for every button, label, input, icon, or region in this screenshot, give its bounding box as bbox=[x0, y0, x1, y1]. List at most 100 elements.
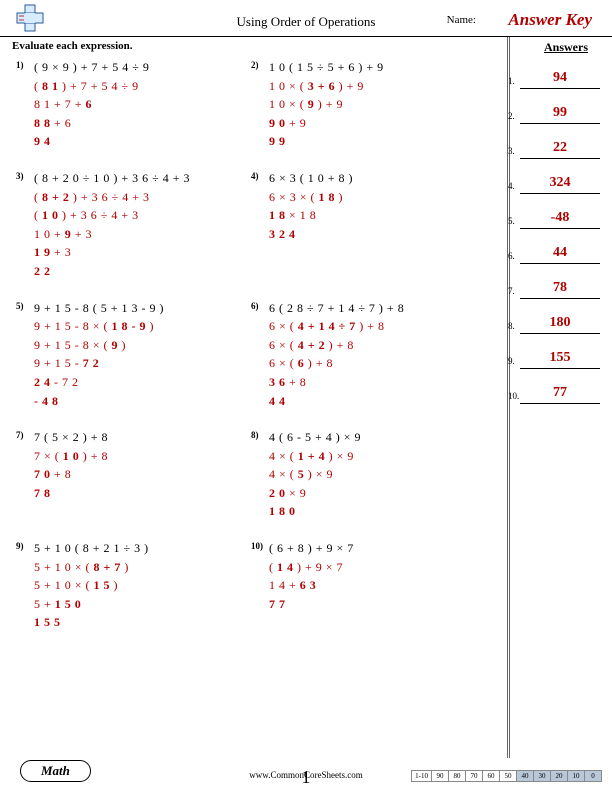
answer-row: 9.155 bbox=[520, 340, 600, 369]
answer-index: 10. bbox=[508, 391, 519, 401]
problem-step: 7 × ( 1 0 ) + 8 bbox=[34, 447, 251, 466]
score-cell: 0 bbox=[584, 770, 602, 782]
problem-step: 1 0 × ( 3 + 6 ) + 9 bbox=[269, 77, 486, 96]
problem-step: 1 0 × ( 9 ) + 9 bbox=[269, 95, 486, 114]
problem-question: 5 + 1 0 ( 8 + 2 1 ÷ 3 ) bbox=[34, 539, 251, 558]
answer-index: 8. bbox=[508, 321, 515, 331]
answer-index: 6. bbox=[508, 251, 515, 261]
score-strip: 1-109080706050403020100 bbox=[411, 770, 602, 782]
problem: 8)4 ( 6 - 5 + 4 ) × 94 × ( 1 + 4 ) × 94 … bbox=[251, 428, 486, 521]
answer-index: 4. bbox=[508, 181, 515, 191]
answer-value: 155 bbox=[520, 350, 600, 366]
answer-value: 94 bbox=[520, 70, 600, 86]
problem-step: 4 4 bbox=[269, 392, 486, 411]
answer-value: -48 bbox=[520, 210, 600, 226]
problem-step: 1 5 5 bbox=[34, 613, 251, 632]
instruction-text: Evaluate each expression. bbox=[12, 40, 133, 52]
problem-row: 5)9 + 1 5 - 8 ( 5 + 1 3 - 9 )9 + 1 5 - 8… bbox=[16, 299, 486, 411]
answer-row: 6.44 bbox=[520, 235, 600, 264]
answer-value: 77 bbox=[520, 385, 600, 401]
problem-step: 1 4 + 6 3 bbox=[269, 576, 486, 595]
answer-row: 3.22 bbox=[520, 130, 600, 159]
answer-row: 5.-48 bbox=[520, 200, 600, 229]
problem-step: 9 + 1 5 - 8 × ( 9 ) bbox=[34, 336, 251, 355]
problem-step: 5 + 1 0 × ( 1 5 ) bbox=[34, 576, 251, 595]
problem-step: 9 4 bbox=[34, 132, 251, 151]
answer-value: 44 bbox=[520, 245, 600, 261]
score-cell: 30 bbox=[533, 770, 550, 782]
score-cell: 90 bbox=[431, 770, 448, 782]
score-cell: 40 bbox=[516, 770, 533, 782]
answer-row: 4.324 bbox=[520, 165, 600, 194]
problem-step: 4 × ( 5 ) × 9 bbox=[269, 465, 486, 484]
answers-header: Answers bbox=[544, 40, 588, 55]
problem-number: 10) bbox=[251, 541, 263, 551]
answer-row: 10.77 bbox=[520, 375, 600, 404]
problem-question: ( 8 + 2 0 ÷ 1 0 ) + 3 6 ÷ 4 + 3 bbox=[34, 169, 251, 188]
problem-row: 3)( 8 + 2 0 ÷ 1 0 ) + 3 6 ÷ 4 + 3( 8 + 2… bbox=[16, 169, 486, 281]
answer-index: 7. bbox=[508, 286, 515, 296]
problem-step: 1 8 0 bbox=[269, 502, 486, 521]
problem-step: 5 + 1 5 0 bbox=[34, 595, 251, 614]
problem: 7)7 ( 5 × 2 ) + 87 × ( 1 0 ) + 87 0 + 87… bbox=[16, 428, 251, 521]
problem-number: 6) bbox=[251, 301, 259, 311]
answer-row: 1.94 bbox=[520, 60, 600, 89]
problem-step: 9 0 + 9 bbox=[269, 114, 486, 133]
score-cell: 80 bbox=[448, 770, 465, 782]
problem-step: 6 × ( 4 + 1 4 ÷ 7 ) + 8 bbox=[269, 317, 486, 336]
problem-step: 6 × 3 × ( 1 8 ) bbox=[269, 188, 486, 207]
footer: Math www.CommonCoreSheets.com 1 1-109080… bbox=[0, 758, 612, 788]
problem: 1)( 9 × 9 ) + 7 + 5 4 ÷ 9( 8 1 ) + 7 + 5… bbox=[16, 58, 251, 151]
problem-step: 5 + 1 0 × ( 8 + 7 ) bbox=[34, 558, 251, 577]
problem: 6)6 ( 2 8 ÷ 7 + 1 4 ÷ 7 ) + 86 × ( 4 + 1… bbox=[251, 299, 486, 411]
problem-step: 3 2 4 bbox=[269, 225, 486, 244]
problem-step: 1 0 + 9 + 3 bbox=[34, 225, 251, 244]
answer-key-label: Answer Key bbox=[508, 10, 592, 30]
problem: 4)6 × 3 ( 1 0 + 8 )6 × 3 × ( 1 8 )1 8 × … bbox=[251, 169, 486, 281]
header: Using Order of Operations Name: Answer K… bbox=[0, 0, 612, 37]
problem: 9) 5 + 1 0 ( 8 + 2 1 ÷ 3 )5 + 1 0 × ( 8 +… bbox=[16, 539, 251, 632]
problem-step: ( 8 + 2 ) + 3 6 ÷ 4 + 3 bbox=[34, 188, 251, 207]
problem-question: 9 + 1 5 - 8 ( 5 + 1 3 - 9 ) bbox=[34, 299, 251, 318]
problem-question: 1 0 ( 1 5 ÷ 5 + 6 ) + 9 bbox=[269, 58, 486, 77]
problem-number: 8) bbox=[251, 430, 259, 440]
answer-value: 78 bbox=[520, 280, 600, 296]
problem-number: 9) bbox=[16, 541, 24, 551]
problem-step: 7 7 bbox=[269, 595, 486, 614]
problem-step: 3 6 + 8 bbox=[269, 373, 486, 392]
problem-row: 9) 5 + 1 0 ( 8 + 2 1 ÷ 3 )5 + 1 0 × ( 8 +… bbox=[16, 539, 486, 632]
problem-question: 4 ( 6 - 5 + 4 ) × 9 bbox=[269, 428, 486, 447]
answer-value: 324 bbox=[520, 175, 600, 191]
problems-area: 1)( 9 × 9 ) + 7 + 5 4 ÷ 9( 8 1 ) + 7 + 5… bbox=[16, 58, 486, 650]
problem-number: 7) bbox=[16, 430, 24, 440]
answer-value: 22 bbox=[520, 140, 600, 156]
problem-step: 7 8 bbox=[34, 484, 251, 503]
score-cell: 20 bbox=[550, 770, 567, 782]
answer-row: 7.78 bbox=[520, 270, 600, 299]
page-number: 1 bbox=[302, 767, 311, 788]
answer-index: 5. bbox=[508, 216, 515, 226]
answer-value: 180 bbox=[520, 315, 600, 331]
problem-step: - 4 8 bbox=[34, 392, 251, 411]
answer-index: 3. bbox=[508, 146, 515, 156]
worksheet-page: Using Order of Operations Name: Answer K… bbox=[0, 0, 612, 792]
problem-step: ( 1 4 ) + 9 × 7 bbox=[269, 558, 486, 577]
problem-step: 9 9 bbox=[269, 132, 486, 151]
problem: 2)1 0 ( 1 5 ÷ 5 + 6 ) + 91 0 × ( 3 + 6 )… bbox=[251, 58, 486, 151]
problem-row: 1)( 9 × 9 ) + 7 + 5 4 ÷ 9( 8 1 ) + 7 + 5… bbox=[16, 58, 486, 151]
problem-step: 1 9 + 3 bbox=[34, 243, 251, 262]
problem-step: ( 8 1 ) + 7 + 5 4 ÷ 9 bbox=[34, 77, 251, 96]
problem: 10)( 6 + 8 ) + 9 × 7( 1 4 ) + 9 × 71 4 +… bbox=[251, 539, 486, 632]
score-cell: 10 bbox=[567, 770, 584, 782]
problem-step: 8 1 + 7 + 6 bbox=[34, 95, 251, 114]
score-cell: 70 bbox=[465, 770, 482, 782]
problem-step: 9 + 1 5 - 8 × ( 1 8 - 9 ) bbox=[34, 317, 251, 336]
problem-number: 5) bbox=[16, 301, 24, 311]
score-cell: 60 bbox=[482, 770, 499, 782]
answer-row: 2.99 bbox=[520, 95, 600, 124]
problem-step: 1 8 × 1 8 bbox=[269, 206, 486, 225]
answer-index: 2. bbox=[508, 111, 515, 121]
problem: 3)( 8 + 2 0 ÷ 1 0 ) + 3 6 ÷ 4 + 3( 8 + 2… bbox=[16, 169, 251, 281]
problem-step: ( 1 0 ) + 3 6 ÷ 4 + 3 bbox=[34, 206, 251, 225]
problem-question: 6 × 3 ( 1 0 + 8 ) bbox=[269, 169, 486, 188]
